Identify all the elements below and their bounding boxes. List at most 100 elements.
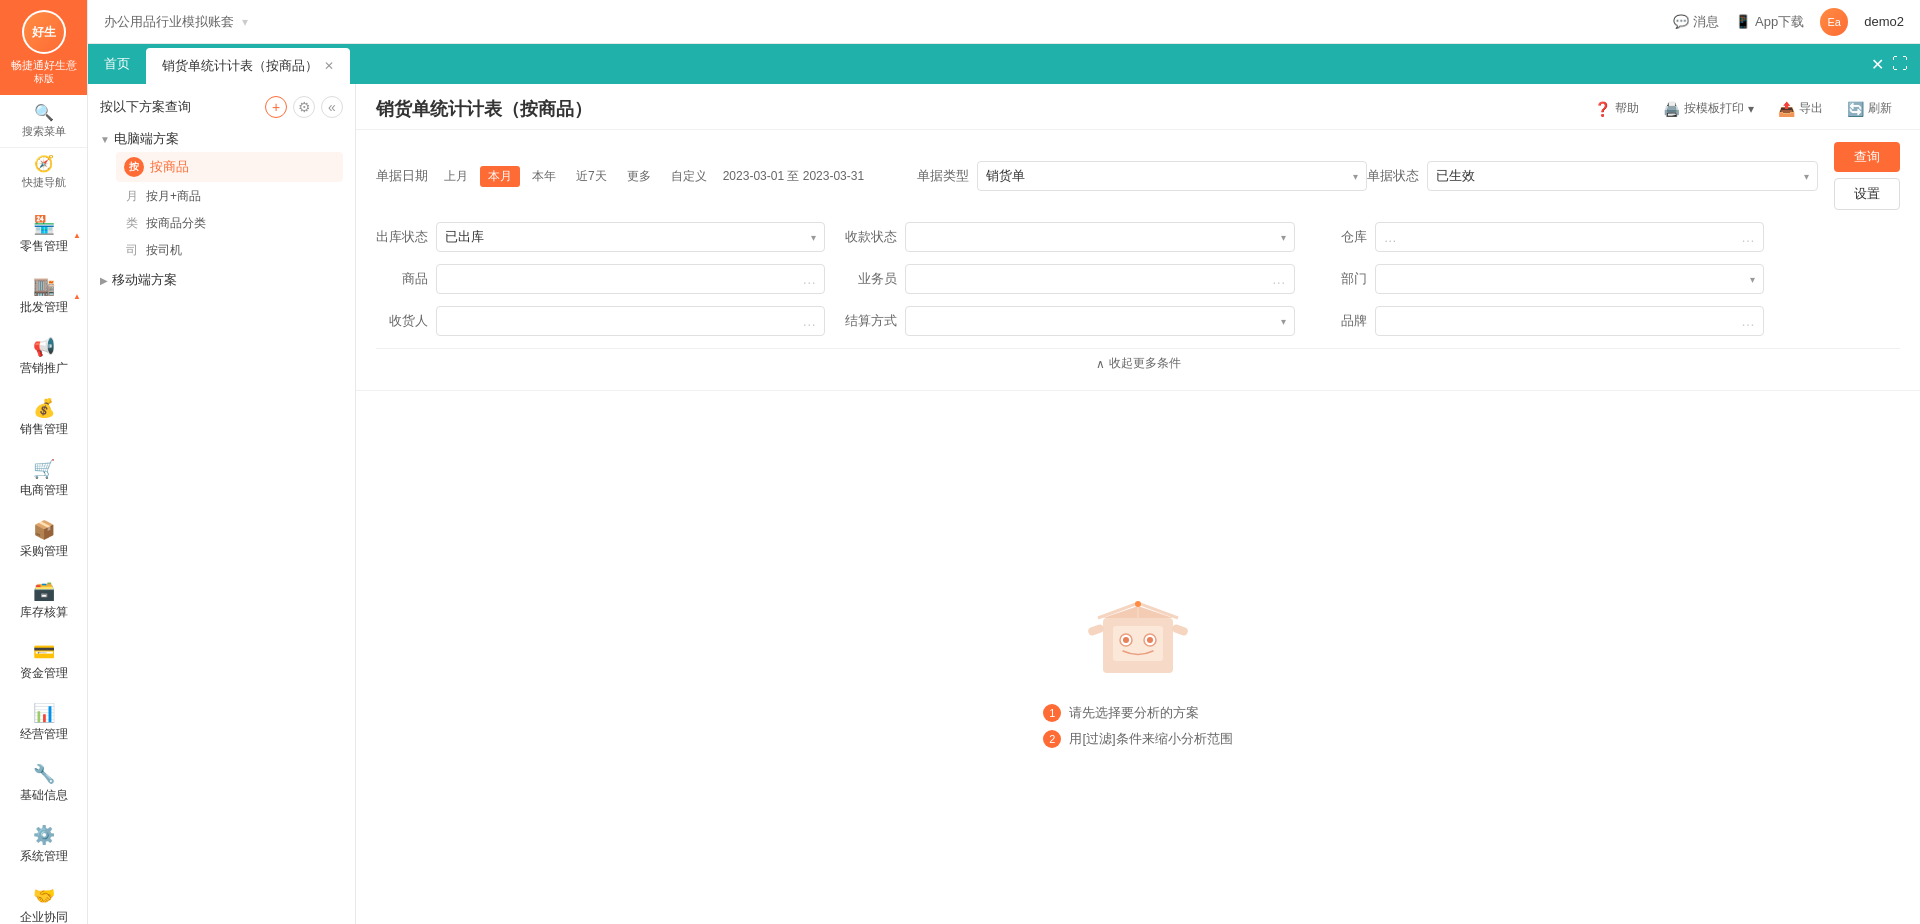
tree-item-icon-by-goods: 按 xyxy=(124,157,144,177)
app-download-label: App下载 xyxy=(1755,13,1804,31)
filter-settlement-control[interactable]: ▾ xyxy=(905,306,1294,336)
query-button[interactable]: 查询 xyxy=(1834,142,1900,172)
empty-icon-svg xyxy=(1078,568,1198,688)
sidebar-menu-ecommerce[interactable]: 🛒 电商管理 xyxy=(0,448,87,509)
sidebar-menu-system[interactable]: ⚙️ 系统管理 xyxy=(0,814,87,875)
tab-sales-stats[interactable]: 销货单统计计表（按商品） ✕ xyxy=(146,48,350,84)
inventory-label: 库存核算 xyxy=(20,604,68,621)
filter-payment-status-control[interactable]: ▾ xyxy=(905,222,1294,252)
sidebar-quick-nav[interactable]: 🧭 快捷导航 xyxy=(0,148,87,196)
warehouse-dots-icon[interactable]: … xyxy=(1741,229,1755,245)
message-action[interactable]: 💬 消息 xyxy=(1673,13,1719,31)
sidebar-menu-operation[interactable]: 📊 经营管理 xyxy=(0,692,87,753)
date-filter: 上月 本月 本年 近7天 更多 自定义 xyxy=(436,166,715,187)
refresh-btn[interactable]: 🔄 刷新 xyxy=(1839,96,1900,121)
sidebar-menu-marketing[interactable]: 📢 营销推广 xyxy=(0,326,87,387)
tree-group-mobile-header[interactable]: ▶ 移动端方案 xyxy=(100,267,343,293)
top-header-left: 办公用品行业模拟账套 ▾ xyxy=(104,13,248,31)
left-panel-actions: + ⚙ « xyxy=(265,96,343,118)
date-btn-custom[interactable]: 自定义 xyxy=(663,166,715,187)
maximize-window-btn[interactable]: ⛶ xyxy=(1892,55,1908,73)
content-area: 按以下方案查询 + ⚙ « ▼ 电脑端方案 按 按商品 xyxy=(88,84,1920,924)
scheme-settings-btn[interactable]: ⚙ xyxy=(293,96,315,118)
search-icon: 🔍 xyxy=(34,103,54,122)
sidebar-menu-enterprise[interactable]: 🤝 企业协同 xyxy=(0,875,87,924)
collapse-label: 收起更多条件 xyxy=(1109,355,1181,372)
filter-goods-label: 商品 xyxy=(376,270,436,288)
brand-dots-icon[interactable]: … xyxy=(1741,313,1755,329)
filter-out-status-control[interactable]: 已出库 ▾ xyxy=(436,222,825,252)
sidebar-menu-inventory[interactable]: 🗃️ 库存核算 xyxy=(0,570,87,631)
sidebar-menu-retail[interactable]: 🏪 零售管理 xyxy=(0,204,87,265)
print-btn[interactable]: 🖨️ 按模板打印 ▾ xyxy=(1655,96,1762,121)
receiver-dots-icon[interactable]: … xyxy=(802,313,816,329)
export-btn[interactable]: 📤 导出 xyxy=(1770,96,1831,121)
filter-brand-control[interactable]: … xyxy=(1375,306,1764,336)
date-btn-this-month[interactable]: 本月 xyxy=(480,166,520,187)
page-title: 销货单统计计表（按商品） xyxy=(376,97,592,121)
tab-home[interactable]: 首页 xyxy=(88,44,146,84)
close-window-btn[interactable]: ✕ xyxy=(1871,55,1884,74)
date-btn-last-month[interactable]: 上月 xyxy=(436,166,476,187)
tree-subitem-goods-category[interactable]: 类 按商品分类 xyxy=(116,211,343,236)
user-avatar[interactable]: Ea xyxy=(1820,8,1848,36)
filter-receiver-item: 收货人 … xyxy=(376,306,825,336)
app-download-action[interactable]: 📱 App下载 xyxy=(1735,13,1804,31)
help-btn[interactable]: ❓ 帮助 xyxy=(1586,96,1647,121)
filter-row-4: 收货人 … 结算方式 ▾ xyxy=(376,306,1900,336)
export-label: 导出 xyxy=(1799,100,1823,117)
date-btn-7days[interactable]: 近7天 xyxy=(568,166,615,187)
sidebar-menu-sales[interactable]: 💰 销售管理 xyxy=(0,387,87,448)
sidebar-menu-purchase[interactable]: 📦 采购管理 xyxy=(0,509,87,570)
action-buttons: 查询 设置 xyxy=(1834,142,1900,210)
system-icon: ⚙️ xyxy=(33,824,55,846)
tree-group-desktop-header[interactable]: ▼ 电脑端方案 xyxy=(100,126,343,152)
main-area: 办公用品行业模拟账套 ▾ 💬 消息 📱 App下载 Ea demo2 首页 销货… xyxy=(88,0,1920,924)
filter-out-status-label: 出库状态 xyxy=(376,228,436,246)
collapse-panel-btn[interactable]: « xyxy=(321,96,343,118)
add-scheme-btn[interactable]: + xyxy=(265,96,287,118)
message-icon: 💬 xyxy=(1673,14,1689,29)
sales-label: 销售管理 xyxy=(20,421,68,438)
goods-dots-icon[interactable]: … xyxy=(802,271,816,287)
breadcrumb-arrow: ▾ xyxy=(242,15,248,29)
filter-receiver-control[interactable]: … xyxy=(436,306,825,336)
filter-salesperson-label: 业务员 xyxy=(845,270,905,288)
filter-goods-control[interactable]: … xyxy=(436,264,825,294)
filter-salesperson-control[interactable]: … xyxy=(905,264,1294,294)
filter-settlement-label: 结算方式 xyxy=(845,312,905,330)
collapse-conditions-btn[interactable]: ∧ 收起更多条件 xyxy=(1096,355,1181,372)
filter-area: 单据日期 上月 本月 本年 近7天 更多 自定义 2023-03-01 至 20… xyxy=(356,130,1920,391)
export-icon: 📤 xyxy=(1778,101,1795,117)
operation-icon: 📊 xyxy=(33,702,55,724)
sidebar-menu-basic[interactable]: 🔧 基础信息 xyxy=(0,753,87,814)
top-header: 办公用品行业模拟账套 ▾ 💬 消息 📱 App下载 Ea demo2 xyxy=(88,0,1920,44)
filter-doc-status-control[interactable]: 已生效 ▾ xyxy=(1427,161,1818,191)
date-btn-this-year[interactable]: 本年 xyxy=(524,166,564,187)
compass-icon: 🧭 xyxy=(34,154,54,173)
sidebar-menu-finance[interactable]: 💳 资金管理 xyxy=(0,631,87,692)
inventory-icon: 🗃️ xyxy=(33,580,55,602)
user-name: demo2 xyxy=(1864,14,1904,29)
tree-subitem-label-category: 按商品分类 xyxy=(146,215,206,232)
tab-close-btn[interactable]: ✕ xyxy=(324,59,334,73)
settings-button[interactable]: 设置 xyxy=(1834,178,1900,210)
tree-group-mobile-label: 移动端方案 xyxy=(112,271,177,289)
filter-warehouse-control[interactable]: … … xyxy=(1375,222,1764,252)
sidebar-menu-wholesale[interactable]: 🏬 批发管理 xyxy=(0,265,87,326)
filter-dept-control[interactable]: ▾ xyxy=(1375,264,1764,294)
filter-row-3: 商品 … 业务员 … xyxy=(376,264,1900,294)
filter-doc-type-control[interactable]: 销货单 ▾ xyxy=(977,161,1368,191)
tree-subitem-month-goods[interactable]: 月 按月+商品 xyxy=(116,184,343,209)
system-label: 系统管理 xyxy=(20,848,68,865)
tree-item-by-goods[interactable]: 按 按商品 xyxy=(116,152,343,182)
collapse-row: ∧ 收起更多条件 xyxy=(376,348,1900,378)
tree-subitem-driver[interactable]: 司 按司机 xyxy=(116,238,343,263)
sidebar-search[interactable]: 🔍 搜索菜单 xyxy=(0,95,87,148)
sidebar-logo[interactable]: 好生 畅捷通好生意 标版 xyxy=(0,0,87,95)
salesperson-dots-icon[interactable]: … xyxy=(1272,271,1286,287)
filter-warehouse-item: 仓库 … … xyxy=(1315,222,1764,252)
payment-status-arrow-icon: ▾ xyxy=(1281,232,1286,243)
operation-label: 经营管理 xyxy=(20,726,68,743)
date-btn-more[interactable]: 更多 xyxy=(619,166,659,187)
